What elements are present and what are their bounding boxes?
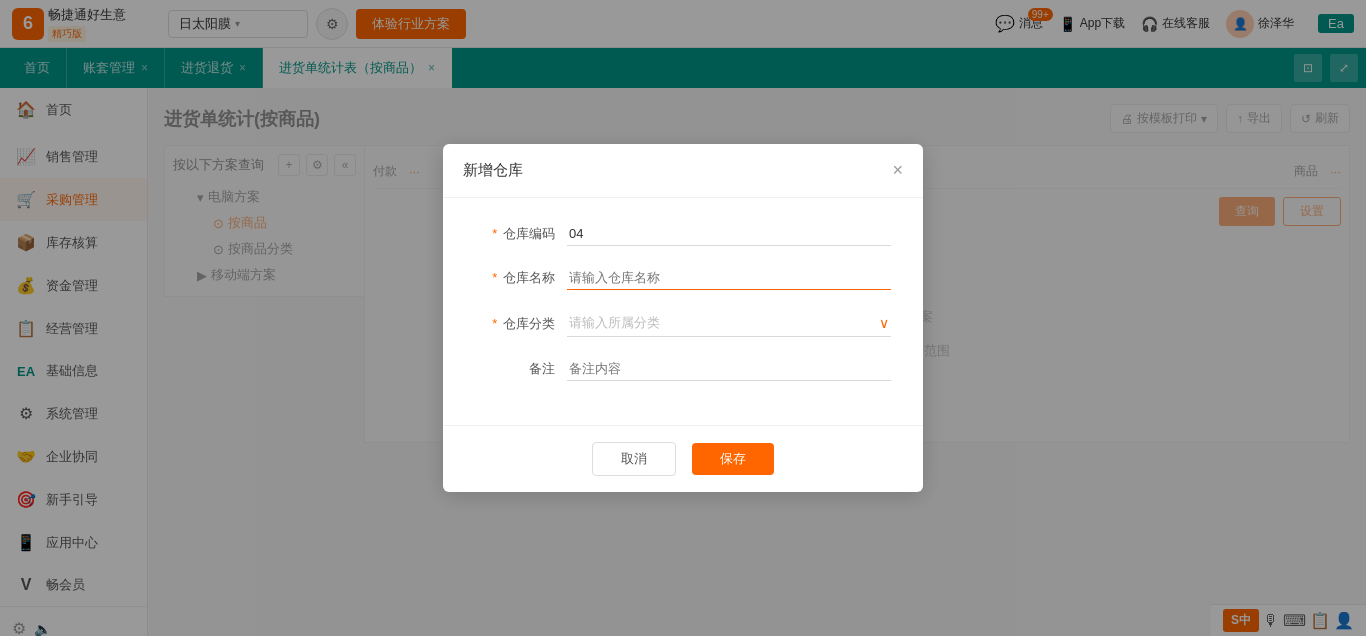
form-row-code: * 仓库编码: [475, 222, 891, 246]
name-label: * 仓库名称: [475, 269, 555, 287]
modal-body: * 仓库编码 * 仓库名称 * 仓库分类 请输入所属: [443, 198, 923, 425]
add-warehouse-modal: 新增仓库 × * 仓库编码 * 仓库名称: [443, 144, 923, 492]
modal-overlay: 新增仓库 × * 仓库编码 * 仓库名称: [0, 0, 1366, 636]
form-row-category: * 仓库分类 请输入所属分类 ∨: [475, 310, 891, 337]
form-row-name: * 仓库名称: [475, 266, 891, 290]
remark-input[interactable]: [567, 357, 891, 381]
remark-label: 备注: [475, 360, 555, 378]
modal-title: 新增仓库: [463, 161, 523, 180]
category-select[interactable]: 请输入所属分类 ∨: [567, 310, 891, 337]
category-placeholder: 请输入所属分类: [569, 314, 660, 332]
category-arrow-icon: ∨: [879, 315, 889, 331]
code-input[interactable]: [567, 222, 891, 246]
modal-close-icon[interactable]: ×: [892, 160, 903, 181]
form-row-remark: 备注: [475, 357, 891, 381]
modal-footer: 取消 保存: [443, 425, 923, 492]
code-label: * 仓库编码: [475, 225, 555, 243]
cancel-button[interactable]: 取消: [592, 442, 676, 476]
category-label: * 仓库分类: [475, 315, 555, 333]
save-button[interactable]: 保存: [692, 443, 774, 475]
name-input[interactable]: [567, 266, 891, 290]
modal-header: 新增仓库 ×: [443, 144, 923, 198]
